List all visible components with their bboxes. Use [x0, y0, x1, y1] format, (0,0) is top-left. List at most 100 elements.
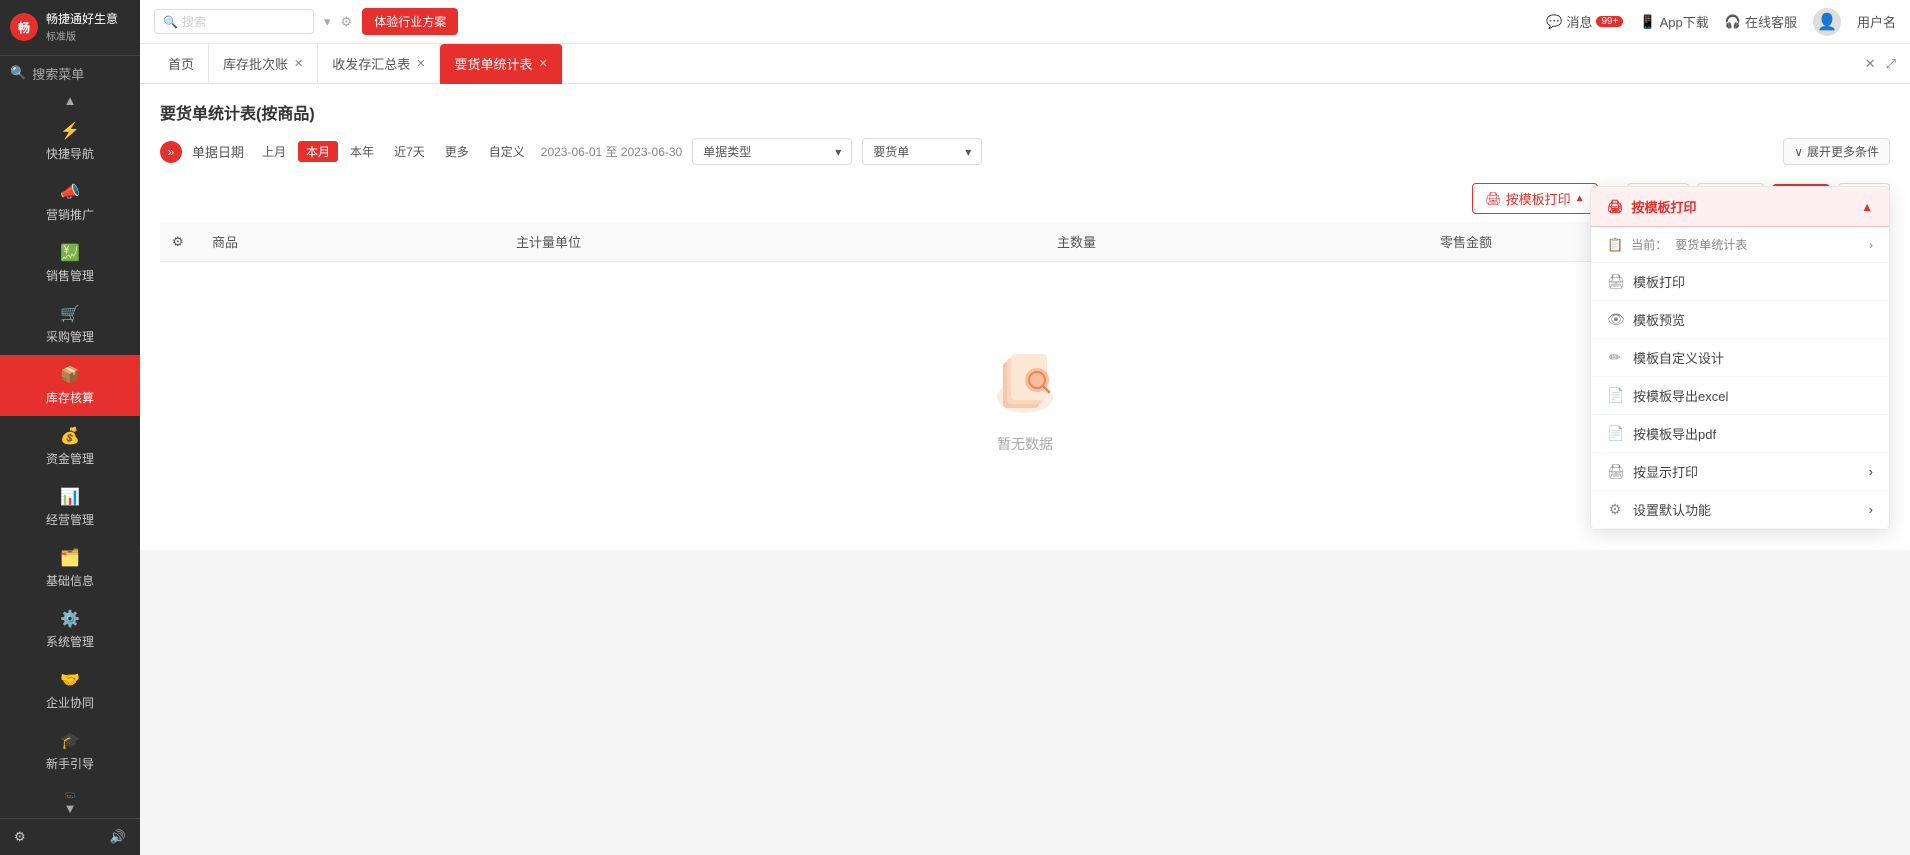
dropdown-item-template-design[interactable]: ✏ 模板自定义设计 — [1591, 339, 1889, 377]
template-print-dropdown: 🖨 按模板打印 ▲ 📋 当前： 要货单统计表 › 🖨 模板打印 👁 模板预 — [1590, 186, 1890, 530]
sidebar-item-marketing[interactable]: 📣 营销推广 — [0, 172, 140, 233]
maximize-window-icon[interactable]: ⤢ — [1886, 56, 1896, 72]
main-area: 🔍 搜索 ▾ ⚙ 体验行业方案 💬 消息 99+ 📱 App下载 🎧 在线客服 … — [140, 0, 1910, 855]
sales-icon: 💹 — [60, 243, 80, 263]
current-template-value: 要货单统计表 — [1675, 236, 1747, 253]
default-func-icon: ⚙ — [1607, 501, 1623, 518]
dropdown-item-template-preview[interactable]: 👁 模板预览 — [1591, 301, 1889, 339]
sidebar-item-guide[interactable]: 🎓 新手引导 — [0, 721, 140, 782]
date-current-month[interactable]: 本月 — [298, 141, 338, 162]
dropdown-item-export-pdf[interactable]: 📄 按模板导出pdf — [1591, 415, 1889, 453]
topbar-search-icon: 🔍 — [163, 15, 178, 29]
topbar-search[interactable]: 🔍 搜索 — [154, 9, 314, 34]
dropdown-arrow-icon: ▾ — [835, 145, 841, 159]
dropdown-item-template-print[interactable]: 🖨 模板打印 — [1591, 263, 1889, 301]
filter-expand-btn[interactable]: » — [160, 141, 182, 163]
display-print-icon: 🖨 — [1607, 463, 1623, 480]
sidebar-item-apps[interactable]: 📱 应用中心 — [0, 782, 140, 798]
template-design-icon: ✏ — [1607, 349, 1623, 366]
tab-close-inventory-batch[interactable]: ✕ — [294, 57, 303, 70]
topbar: 🔍 搜索 ▾ ⚙ 体验行业方案 💬 消息 99+ 📱 App下载 🎧 在线客服 … — [140, 0, 1910, 44]
export-excel-label: 按模板导出excel — [1633, 386, 1728, 405]
system-icon: ⚙️ — [60, 609, 80, 629]
sidebar-item-finance[interactable]: 💰 资金管理 — [0, 416, 140, 477]
industry-btn[interactable]: 体验行业方案 — [362, 8, 458, 35]
scroll-down-button[interactable]: ▼ — [0, 798, 140, 818]
sidebar-search[interactable]: 🔍 搜索菜单 — [0, 56, 140, 91]
current-template-icon: 📋 — [1607, 237, 1623, 253]
sidebar-item-inventory[interactable]: 📦 库存核算 — [0, 355, 140, 416]
current-template-row[interactable]: 📋 当前： 要货单统计表 › — [1591, 227, 1889, 263]
tab-close-receipt-summary[interactable]: ✕ — [416, 57, 425, 70]
current-template-arrow: › — [1869, 238, 1873, 252]
sidebar-item-label: 企业协同 — [46, 694, 94, 711]
sidebar-item-system[interactable]: ⚙️ 系统管理 — [0, 599, 140, 660]
expand-conditions-btn[interactable]: ∨ 展开更多条件 — [1783, 138, 1890, 165]
download-icon: 📱 — [1639, 14, 1655, 30]
app-download-label: App下载 — [1660, 12, 1709, 31]
app-download-btn[interactable]: 📱 App下载 — [1639, 12, 1708, 31]
date-prev-month[interactable]: 上月 — [254, 141, 294, 162]
template-design-label: 模板自定义设计 — [1633, 348, 1724, 367]
template-preview-label: 模板预览 — [1633, 310, 1685, 329]
default-func-label: 设置默认功能 — [1633, 500, 1711, 519]
tab-close-order-stats[interactable]: ✕ — [539, 57, 548, 70]
dropdown-header[interactable]: 🖨 按模板打印 ▲ — [1591, 187, 1889, 227]
tab-order-stats[interactable]: 要货单统计表 ✕ — [440, 44, 562, 84]
close-window-icon[interactable]: ✕ — [1865, 56, 1876, 72]
tab-receipt-summary[interactable]: 收发存汇总表 ✕ — [318, 44, 440, 84]
username-label: 用户名 — [1857, 12, 1896, 31]
date-last7[interactable]: 近7天 — [386, 141, 433, 162]
message-count: 99+ — [1596, 16, 1623, 27]
template-print-label: 按模板打印 — [1506, 189, 1571, 208]
sidebar-item-enterprise[interactable]: 🤝 企业协同 — [0, 660, 140, 721]
topbar-dropdown-icon[interactable]: ▾ — [324, 14, 331, 30]
tab-home[interactable]: 首页 — [154, 44, 209, 84]
inventory-icon: 📦 — [60, 365, 80, 385]
tab-order-stats-label: 要货单统计表 — [454, 54, 532, 73]
logo-badge: 标准版 — [46, 28, 118, 43]
settings-icon[interactable]: ⚙ — [14, 829, 26, 845]
order-type-dropdown[interactable]: 单据类型 ▾ — [692, 138, 852, 165]
sidebar-item-basics[interactable]: 🗂️ 基础信息 — [0, 538, 140, 599]
tab-home-label: 首页 — [168, 54, 194, 73]
date-current-year[interactable]: 本年 — [342, 141, 382, 162]
marketing-icon: 📣 — [60, 182, 80, 202]
dropdown-section-display-print[interactable]: 🖨 按显示打印 › — [1591, 453, 1889, 491]
th-gear[interactable]: ⚙ — [160, 222, 200, 262]
message-btn[interactable]: 💬 消息 99+ — [1546, 12, 1623, 31]
sidebar-item-quick-nav[interactable]: ⚡ 快捷导航 — [0, 111, 140, 172]
template-print-icon: 🖨 — [1485, 191, 1502, 207]
purchase-icon: 🛒 — [60, 304, 80, 324]
scroll-up-button[interactable]: ▲ — [0, 91, 140, 111]
template-print-item-label: 模板打印 — [1633, 272, 1685, 291]
th-unit: 主计量单位 — [504, 222, 1045, 262]
gear-icon[interactable]: ⚙ — [172, 234, 184, 249]
template-print-btn[interactable]: 🖨 按模板打印 ▲ — [1472, 183, 1597, 214]
order-type-label: 单据类型 — [703, 143, 751, 160]
display-print-arrow-icon: › — [1869, 464, 1873, 479]
sidebar-item-purchase[interactable]: 🛒 采购管理 — [0, 294, 140, 355]
search-label: 搜索菜单 — [32, 64, 84, 83]
dropdown-title: 按模板打印 — [1632, 197, 1697, 216]
sidebar-footer: ⚙ 🔊 — [0, 818, 140, 855]
export-excel-icon: 📄 — [1607, 387, 1623, 404]
dropdown-section-default-func[interactable]: ⚙ 设置默认功能 › — [1591, 491, 1889, 529]
topbar-gear-icon[interactable]: ⚙ — [341, 14, 353, 30]
logo-text: 畅捷通好生意 — [46, 12, 118, 28]
sidebar-item-operations[interactable]: 📊 经营管理 — [0, 477, 140, 538]
sidebar-item-label: 快捷导航 — [46, 145, 94, 162]
online-service-btn[interactable]: 🎧 在线客服 — [1725, 12, 1797, 31]
volume-icon[interactable]: 🔊 — [110, 829, 126, 845]
date-custom[interactable]: 自定义 — [481, 141, 533, 162]
dropdown-item-export-excel[interactable]: 📄 按模板导出excel — [1591, 377, 1889, 415]
dropdown-header-left: 🖨 按模板打印 — [1607, 197, 1697, 216]
date-more[interactable]: 更多 — [437, 141, 477, 162]
default-func-arrow-icon: › — [1869, 502, 1873, 517]
sidebar-item-sales[interactable]: 💹 销售管理 — [0, 233, 140, 294]
quick-nav-icon: ⚡ — [60, 121, 80, 141]
yaohuodanyueji-dropdown[interactable]: 要货单 ▾ — [862, 138, 982, 165]
empty-icon — [985, 342, 1065, 422]
avatar[interactable]: 👤 — [1813, 8, 1841, 36]
tab-inventory-batch[interactable]: 库存批次账 ✕ — [209, 44, 318, 84]
